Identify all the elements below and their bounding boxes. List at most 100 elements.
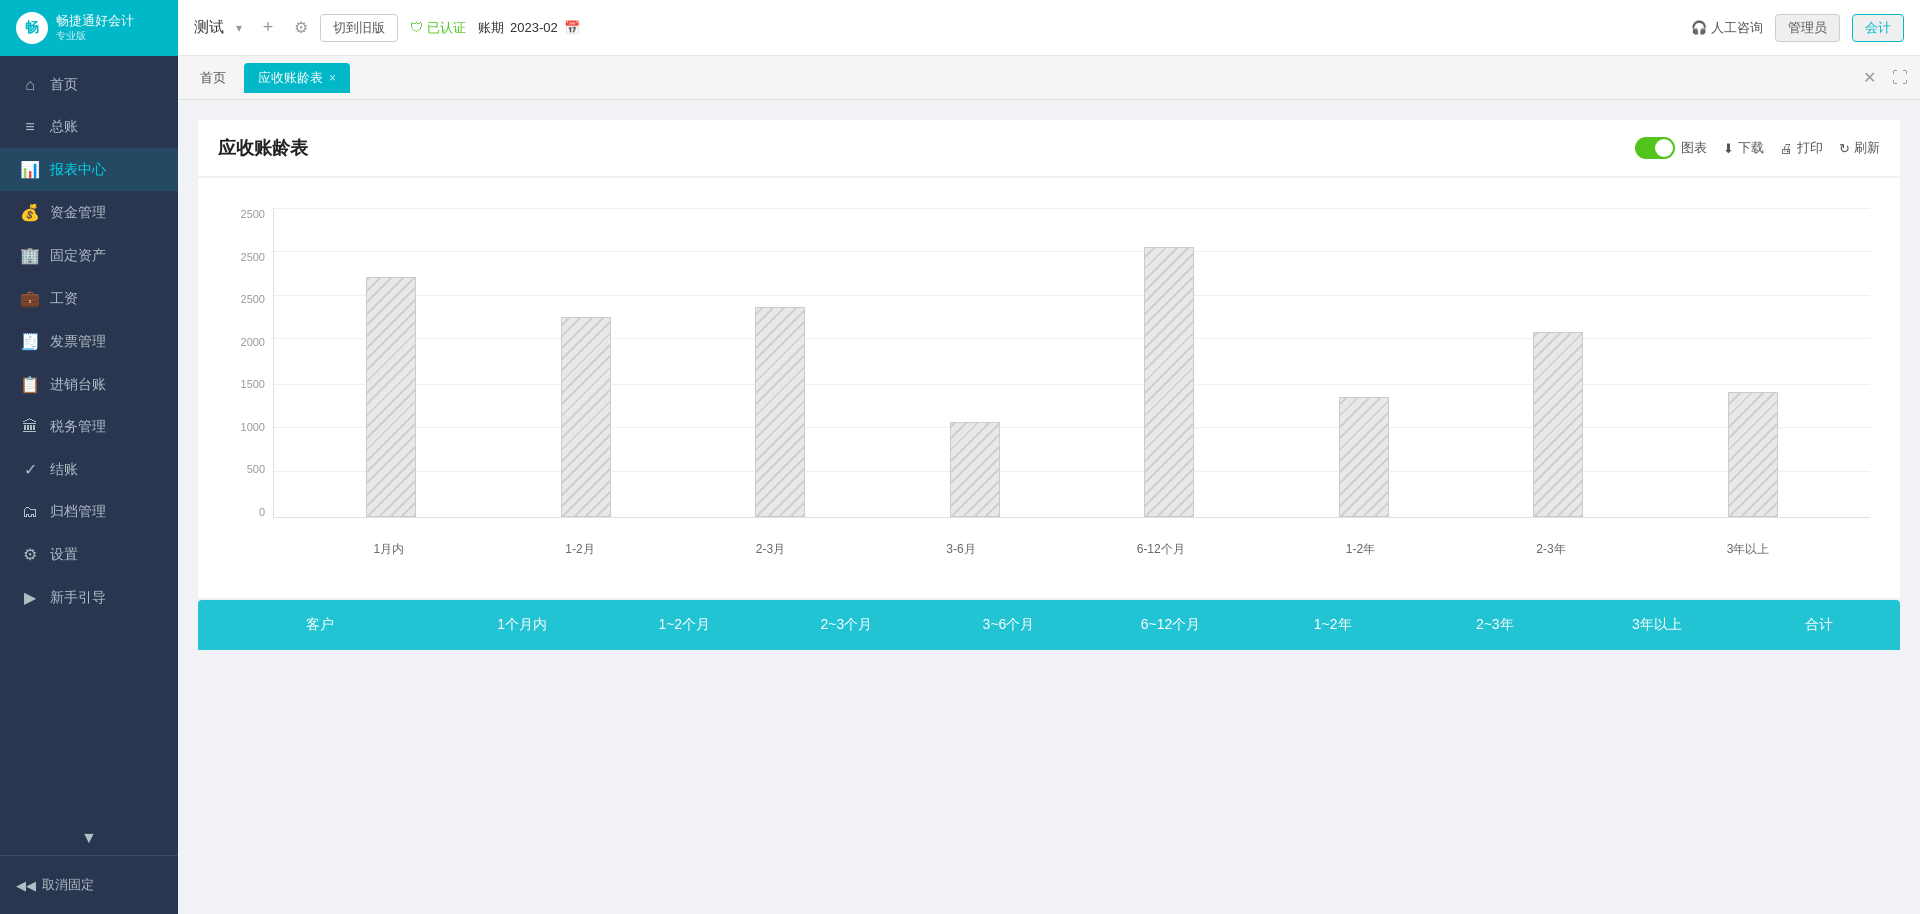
y-label-2500-top: 2500 (241, 208, 265, 220)
sidebar-footer: ◀◀ 取消固定 (0, 855, 178, 914)
support-label: 人工咨询 (1711, 19, 1763, 37)
sidebar-item-payroll[interactable]: 💼 工资 (0, 277, 178, 320)
certified-badge: 🛡 已认证 (410, 19, 466, 37)
cancel-fixed-label: 取消固定 (42, 876, 94, 894)
add-workspace-btn[interactable]: + (254, 14, 282, 42)
x-label-1m: 1月内 (374, 541, 405, 558)
settings-icon: ⚙ (20, 545, 40, 564)
expand-icon[interactable]: ⛶ (1888, 65, 1912, 91)
refresh-btn[interactable]: ↻ 刷新 (1839, 139, 1880, 157)
sidebar-item-settlement[interactable]: ✓ 结账 (0, 448, 178, 491)
period-info: 账期 2023-02 📅 (478, 19, 580, 37)
sidebar-label-purchase-sales: 进销台账 (50, 376, 106, 394)
x-label-2-3m: 2-3月 (756, 541, 785, 558)
tab-home-label: 首页 (200, 70, 226, 85)
print-icon: 🖨 (1780, 141, 1793, 156)
bar-2-3m (755, 307, 805, 517)
refresh-icon: ↻ (1839, 141, 1850, 156)
sidebar-scroll-down[interactable]: ▼ (0, 821, 178, 855)
bar-1m (366, 277, 416, 517)
x-label-3y-plus: 3年以上 (1727, 541, 1770, 558)
x-label-1-2y: 1-2年 (1346, 541, 1375, 558)
sidebar-item-settings[interactable]: ⚙ 设置 (0, 533, 178, 576)
logo-text-block: 畅捷通好会计 专业版 (56, 13, 134, 44)
tab-home[interactable]: 首页 (186, 63, 240, 93)
sidebar-label-settings: 设置 (50, 546, 78, 564)
sidebar-item-guide[interactable]: ▶ 新手引导 (0, 576, 178, 619)
tab-ar-aging[interactable]: 应收账龄表 × (244, 63, 350, 93)
period-value: 2023-02 (510, 20, 558, 35)
assets-icon: 🏢 (20, 246, 40, 265)
sidebar-item-invoice-mgmt[interactable]: 🧾 发票管理 (0, 320, 178, 363)
page-header: 应收账龄表 图表 ⬇ 下载 🖨 打印 ↻ 刷新 (198, 120, 1900, 176)
tab-close-icon[interactable]: × (329, 71, 336, 85)
workspace-dropdown-icon[interactable]: ▾ (236, 21, 242, 35)
sidebar-label-general-ledger: 总账 (50, 118, 78, 136)
main-content: 测试 ▾ + ⚙ 切到旧版 🛡 已认证 账期 2023-02 📅 🎧 人工咨询 … (178, 0, 1920, 914)
th-3y-plus: 3年以上 (1576, 600, 1738, 650)
chart-toggle-wrapper: 图表 (1635, 137, 1707, 159)
topbar: 测试 ▾ + ⚙ 切到旧版 🛡 已认证 账期 2023-02 📅 🎧 人工咨询 … (178, 0, 1920, 56)
th-customer: 客户 (198, 600, 441, 650)
y-axis: 2500 2500 2500 2000 1500 1000 500 0 (218, 208, 273, 518)
sidebar-label-invoice-mgmt: 发票管理 (50, 333, 106, 351)
sidebar-label-fund-mgmt: 资金管理 (50, 204, 106, 222)
settings-gear-icon[interactable]: ⚙ (294, 18, 308, 37)
pin-icon: ◀◀ (16, 878, 36, 893)
support-btn[interactable]: 🎧 人工咨询 (1691, 19, 1763, 37)
th-2-3m: 2~3个月 (765, 600, 927, 650)
user-btn[interactable]: 管理员 (1775, 14, 1840, 42)
sidebar-item-tax-mgmt[interactable]: 🏛 税务管理 (0, 406, 178, 448)
bar-group-2-3y (1533, 332, 1583, 517)
download-label: 下载 (1738, 139, 1764, 157)
cancel-fixed-btn[interactable]: ◀◀ 取消固定 (0, 866, 178, 904)
sidebar-label-report-center: 报表中心 (50, 161, 106, 179)
sidebar-label-tax-mgmt: 税务管理 (50, 418, 106, 436)
y-label-500: 500 (247, 463, 265, 475)
headphone-icon: 🎧 (1691, 20, 1707, 35)
switch-version-btn[interactable]: 切到旧版 (320, 14, 398, 42)
th-1m: 1个月内 (441, 600, 603, 650)
download-btn[interactable]: ⬇ 下载 (1723, 139, 1764, 157)
print-btn[interactable]: 🖨 打印 (1780, 139, 1823, 157)
tabbar-icons: ✕ ⛶ (1859, 64, 1912, 91)
bar-group-1-2y (1339, 397, 1389, 517)
y-label-1000: 1000 (241, 421, 265, 433)
bar-group-2-3m (755, 307, 805, 517)
sidebar-item-home[interactable]: ⌂ 首页 (0, 64, 178, 106)
calendar-icon[interactable]: 📅 (564, 20, 580, 35)
sidebar-item-fixed-assets[interactable]: 🏢 固定资产 (0, 234, 178, 277)
bar-6-12m (1144, 247, 1194, 517)
role-btn[interactable]: 会计 (1852, 14, 1904, 42)
payroll-icon: 💼 (20, 289, 40, 308)
invoice-icon: 🧾 (20, 332, 40, 351)
bar-group-6-12m (1144, 247, 1194, 517)
sidebar-label-payroll: 工资 (50, 290, 78, 308)
th-total: 合计 (1738, 600, 1900, 650)
x-label-1-2m: 1-2月 (565, 541, 594, 558)
close-window-icon[interactable]: ✕ (1859, 64, 1880, 91)
y-label-2500-3: 2500 (241, 293, 265, 305)
bar-group-1m (366, 277, 416, 517)
sidebar-item-archive[interactable]: 🗂 归档管理 (0, 491, 178, 533)
sidebar-item-purchase-sales[interactable]: 📋 进销台账 (0, 363, 178, 406)
sidebar-logo: 畅 畅捷通好会计 专业版 (0, 0, 178, 56)
x-label-6-12m: 6-12个月 (1137, 541, 1185, 558)
sidebar-item-general-ledger[interactable]: ≡ 总账 (0, 106, 178, 148)
report-icon: 📊 (20, 160, 40, 179)
data-table: 客户 1个月内 1~2个月 2~3个月 3~6个月 6~12个月 1~2年 2~… (198, 600, 1900, 650)
tab-ar-aging-label: 应收账龄表 (258, 69, 323, 87)
refresh-label: 刷新 (1854, 139, 1880, 157)
th-2-3y: 2~3年 (1414, 600, 1576, 650)
sidebar-nav: ⌂ 首页 ≡ 总账 📊 报表中心 💰 资金管理 🏢 固定资产 💼 工资 🧾 发票… (0, 56, 178, 821)
sidebar-item-fund-mgmt[interactable]: 💰 资金管理 (0, 191, 178, 234)
chart-toggle-label: 图表 (1681, 139, 1707, 157)
app-name: 畅捷通好会计 (56, 13, 134, 30)
y-label-0: 0 (259, 506, 265, 518)
sidebar-label-home: 首页 (50, 76, 78, 94)
sidebar-label-fixed-assets: 固定资产 (50, 247, 106, 265)
chart-toggle[interactable] (1635, 137, 1675, 159)
bar-3y-plus (1728, 392, 1778, 517)
period-label: 账期 (478, 19, 504, 37)
sidebar-item-report-center[interactable]: 📊 报表中心 (0, 148, 178, 191)
